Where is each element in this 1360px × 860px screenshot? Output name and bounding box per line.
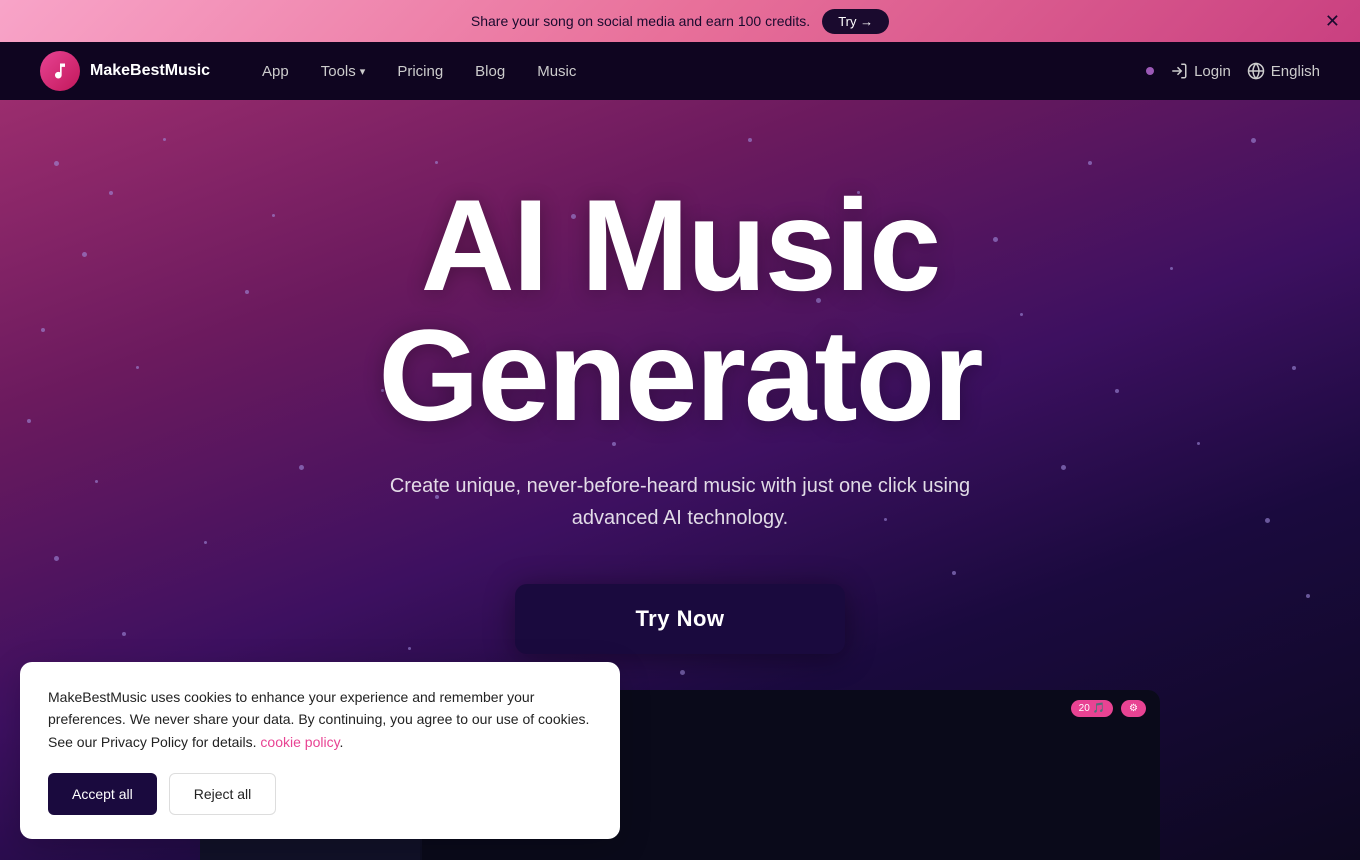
nav-link-tools[interactable]: Tools ▾ xyxy=(309,57,378,86)
tools-dropdown-icon: ▾ xyxy=(360,65,366,78)
nav-links: App Tools ▾ Pricing Blog Music xyxy=(250,57,1146,86)
hero-content: AI Music Generator Create unique, never-… xyxy=(0,100,1360,654)
login-label: Login xyxy=(1194,63,1231,80)
announcement-banner: Share your song on social media and earn… xyxy=(0,0,1360,42)
nav-link-music[interactable]: Music xyxy=(525,57,588,86)
logo-text: MakeBestMusic xyxy=(90,62,210,80)
hero-title: AI Music Generator xyxy=(378,180,981,440)
settings-badge[interactable]: ⚙ xyxy=(1121,700,1146,717)
nav-link-pricing[interactable]: Pricing xyxy=(385,57,455,86)
announcement-text: Share your song on social media and earn… xyxy=(471,13,810,29)
credits-count: 20 🎵 xyxy=(1079,703,1105,714)
cookie-banner: MakeBestMusic uses cookies to enhance yo… xyxy=(20,662,620,839)
credits-badge: 20 🎵 xyxy=(1071,700,1113,717)
language-selector[interactable]: English xyxy=(1247,62,1320,80)
cookie-text: MakeBestMusic uses cookies to enhance yo… xyxy=(48,686,592,753)
cookie-policy-link[interactable]: cookie policy xyxy=(260,734,339,750)
accept-all-button[interactable]: Accept all xyxy=(48,773,157,815)
try-now-button[interactable]: Try Now xyxy=(515,584,844,654)
login-button[interactable]: Login xyxy=(1170,62,1231,80)
logo-icon xyxy=(40,51,80,91)
hero-subtitle: Create unique, never-before-heard music … xyxy=(360,470,1000,534)
nav-link-blog[interactable]: Blog xyxy=(463,57,517,86)
reject-all-button[interactable]: Reject all xyxy=(169,773,277,815)
navbar: MakeBestMusic App Tools ▾ Pricing Blog M… xyxy=(0,42,1360,100)
nav-status-dot xyxy=(1146,67,1154,75)
nav-logo[interactable]: MakeBestMusic xyxy=(40,51,210,91)
nav-right: Login English xyxy=(1146,62,1320,80)
language-label: English xyxy=(1271,63,1320,80)
announcement-cta-button[interactable]: Try → xyxy=(822,9,889,34)
settings-icon: ⚙ xyxy=(1129,703,1138,714)
nav-link-app[interactable]: App xyxy=(250,57,301,86)
announcement-close-button[interactable]: ✕ xyxy=(1325,12,1340,30)
cookie-buttons: Accept all Reject all xyxy=(48,773,592,815)
